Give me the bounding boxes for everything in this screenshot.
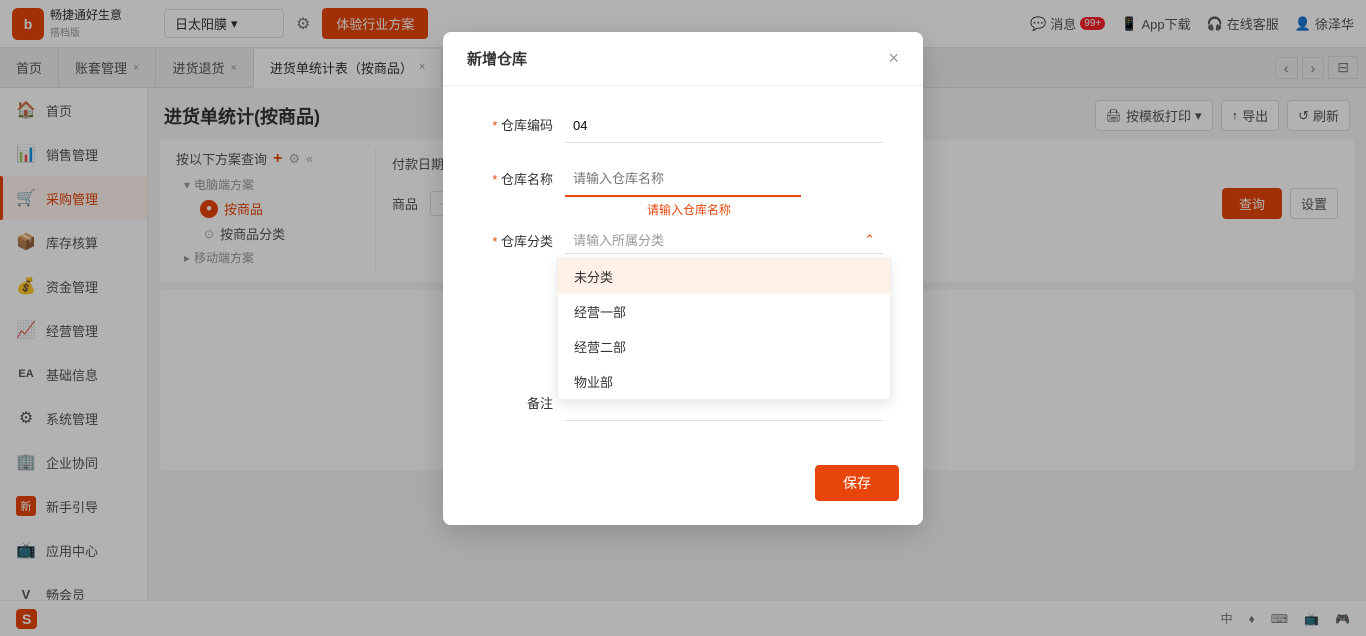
category-label: 仓库分类 <box>483 226 553 258</box>
category-placeholder: 请输入所属分类 <box>573 230 664 249</box>
save-button[interactable]: 保存 <box>815 465 899 501</box>
dropdown-item-none[interactable]: 未分类 <box>558 259 890 294</box>
category-row: 仓库分类 请输入所属分类 ⌃ 未分类 经营一部 经营二部 物业部 <box>483 226 883 258</box>
category-select-wrapper: 请输入所属分类 ⌃ 未分类 经营一部 经营二部 物业部 <box>565 226 883 254</box>
add-warehouse-modal: 新增仓库 × 仓库编码 仓库名称 请输入仓库名称 仓库分类 请输入所属分类 ⌃ <box>443 32 923 525</box>
dropdown-item-dept2[interactable]: 经营二部 <box>558 329 890 364</box>
code-input[interactable] <box>565 110 883 143</box>
modal-body: 仓库编码 仓库名称 请输入仓库名称 仓库分类 请输入所属分类 ⌃ 未分类 <box>443 86 923 465</box>
name-row: 仓库名称 请输入仓库名称 <box>483 163 883 218</box>
category-arrow-icon: ⌃ <box>864 232 875 248</box>
code-label: 仓库编码 <box>483 110 553 142</box>
name-input[interactable] <box>565 163 801 197</box>
remark-label: 备注 <box>483 388 553 420</box>
dropdown-item-property[interactable]: 物业部 <box>558 364 890 399</box>
dropdown-item-dept1[interactable]: 经营一部 <box>558 294 890 329</box>
modal-footer: 保存 <box>443 465 923 501</box>
code-row: 仓库编码 <box>483 110 883 143</box>
name-label: 仓库名称 <box>483 164 553 196</box>
category-dropdown: 未分类 经营一部 经营二部 物业部 <box>557 258 891 400</box>
category-select[interactable]: 请输入所属分类 ⌃ <box>565 226 883 254</box>
modal-title: 新增仓库 <box>467 48 527 69</box>
modal-header: 新增仓库 × <box>443 32 923 86</box>
name-error-msg: 请输入仓库名称 <box>565 201 731 218</box>
modal-close-button[interactable]: × <box>888 48 899 69</box>
